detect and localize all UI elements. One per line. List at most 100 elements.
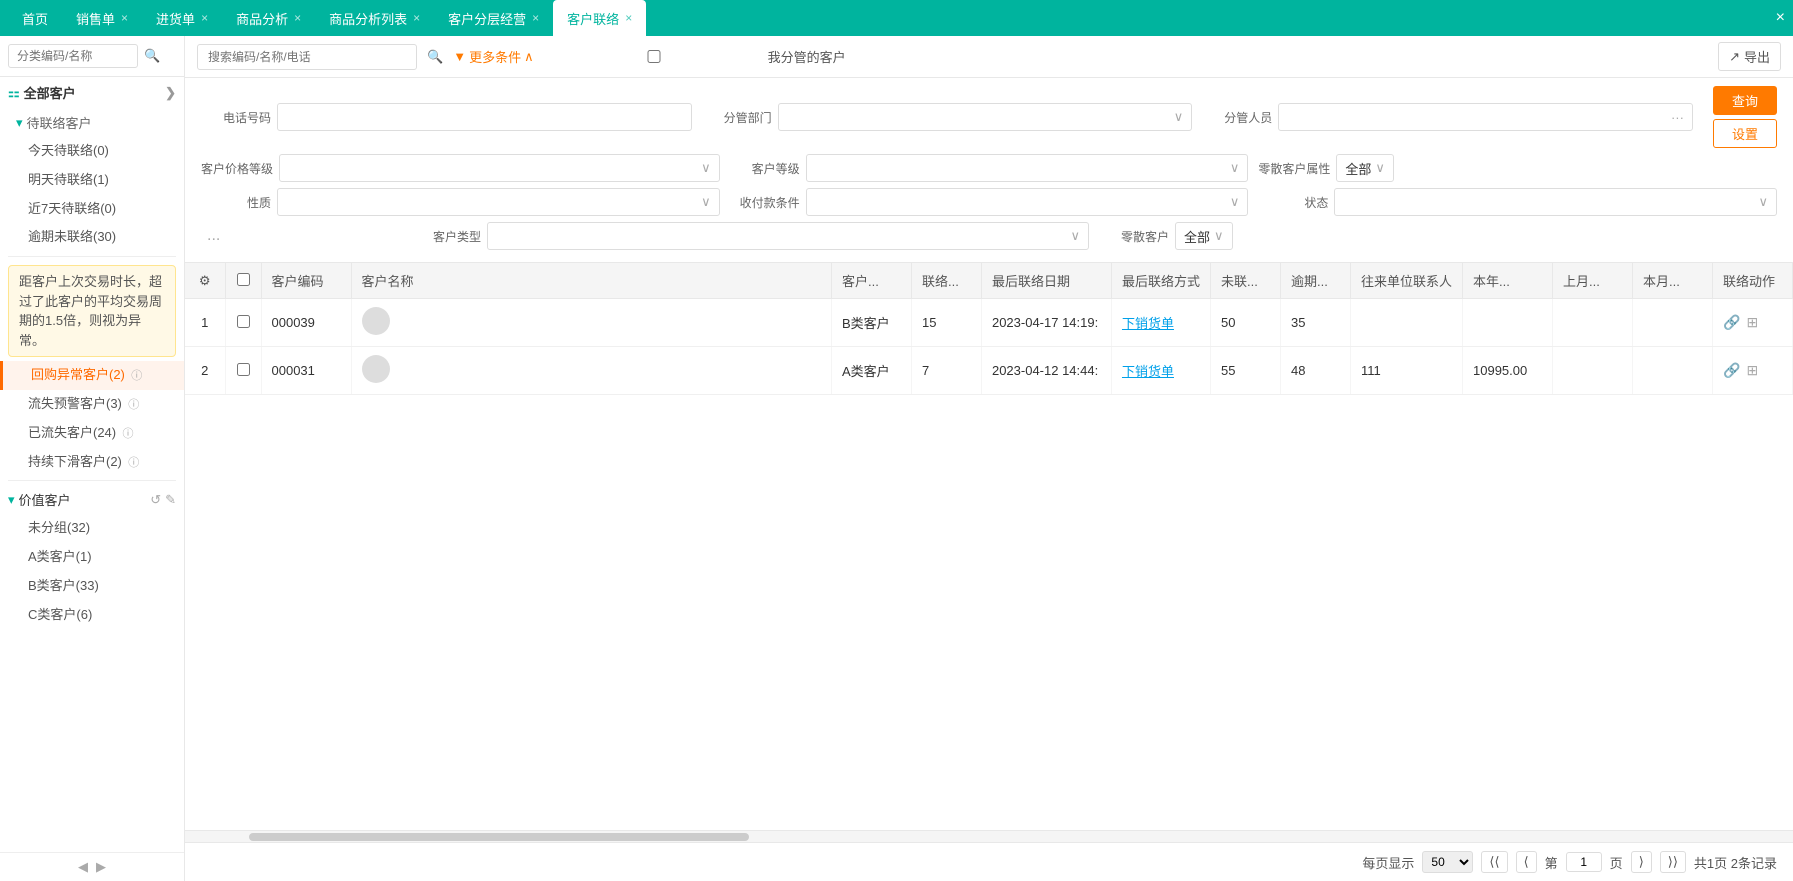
close-icon[interactable]: × [625, 11, 632, 25]
row-nocontact: 50 [1210, 299, 1280, 347]
row-method[interactable]: 下销货单 [1111, 299, 1210, 347]
row-action: 🔗 ⊞ [1713, 299, 1793, 347]
last-page-button[interactable]: ⟩⟩ [1660, 851, 1686, 873]
query-button[interactable]: 查询 [1713, 86, 1777, 115]
sidebar-edit-icons: ↺ ✎ [150, 492, 176, 508]
per-page-select[interactable]: 50 20 100 [1422, 851, 1473, 873]
sidebar-divider [8, 256, 176, 257]
refresh-icon[interactable]: ↺ [150, 492, 161, 508]
retail-customer-select[interactable]: 全部 ∨ [1175, 222, 1233, 250]
advanced-filter: 电话号码 分管部门 ∨ 分管人员 ··· 查询 设置 [185, 78, 1793, 263]
th-gear[interactable]: ⚙ [185, 263, 225, 299]
grid-action-icon[interactable]: ⊞ [1746, 314, 1758, 331]
row-contact: 15 [911, 299, 981, 347]
gender-select[interactable]: ∨ [277, 188, 720, 216]
info-icon: ⓘ [122, 428, 133, 440]
scroll-thumb[interactable] [249, 833, 749, 841]
window-close-button[interactable]: × [1776, 9, 1785, 27]
close-icon[interactable]: × [413, 11, 420, 25]
status-field: 状态 ∨ [1258, 188, 1777, 216]
prev-icon[interactable]: ◀ [78, 859, 88, 875]
select-all-checkbox[interactable] [237, 273, 250, 286]
close-icon[interactable]: × [201, 11, 208, 25]
row-checkbox[interactable] [237, 363, 250, 376]
phone-input[interactable] [277, 103, 692, 131]
sidebar-item-declining[interactable]: 持续下滑客户(2) ⓘ [0, 448, 184, 477]
horizontal-scrollbar[interactable] [185, 830, 1793, 842]
row-check[interactable] [225, 299, 261, 347]
row-name [351, 299, 831, 347]
th-overdue: 逾期... [1280, 263, 1350, 299]
next-page-button[interactable]: ⟩ [1631, 851, 1652, 873]
nav-purchase[interactable]: 进货单 × [142, 0, 222, 36]
sidebar-item-7days[interactable]: 近7天待联络(0) [0, 195, 184, 224]
link-action-icon[interactable]: 🔗 [1723, 362, 1740, 379]
sidebar-pending-group[interactable]: ▾ 待联络客户 [0, 108, 184, 137]
customer-level-select[interactable]: ∨ [806, 154, 1249, 182]
sidebar-item-a-class[interactable]: A类客户(1) [0, 543, 184, 572]
sidebar-item-c-class[interactable]: C类客户(6) [0, 601, 184, 630]
sidebar-all-customers[interactable]: ⚏ 全部客户 ❯ [0, 77, 184, 108]
price-level-select[interactable]: ∨ [279, 154, 720, 182]
search-button[interactable]: 🔍 [427, 49, 443, 65]
row-check[interactable] [225, 347, 261, 395]
row-person: 111 [1350, 347, 1462, 395]
prev-page-button[interactable]: ⟨ [1516, 851, 1537, 873]
export-icon: ↗ [1729, 49, 1740, 65]
row-method[interactable]: 下销货单 [1111, 347, 1210, 395]
nav-sales[interactable]: 销售单 × [62, 0, 142, 36]
next-icon[interactable]: ▶ [96, 859, 106, 875]
row-checkbox[interactable] [237, 315, 250, 328]
info-icon: ⓘ [128, 457, 139, 469]
row-thisyear: 10995.00 [1463, 347, 1553, 395]
nav-product-analysis-list[interactable]: 商品分析列表 × [315, 0, 434, 36]
edit-icon[interactable]: ✎ [165, 492, 176, 508]
sidebar-item-overdue[interactable]: 逾期未联络(30) [0, 223, 184, 252]
nav-customer-tier[interactable]: 客户分层经营 × [434, 0, 553, 36]
sidebar-bottom: ◀ ▶ [0, 852, 184, 881]
table-row: 2 000031 A类客户 7 2023-04-12 14:44: 下销货单 5… [185, 347, 1793, 395]
sidebar-item-churn-warning[interactable]: 流失预警客户(3) ⓘ [0, 390, 184, 419]
page-input[interactable] [1566, 852, 1602, 872]
row-overdue: 35 [1280, 299, 1350, 347]
phone-field: 电话号码 [201, 103, 692, 131]
sidebar: 🔍 ⚏ 全部客户 ❯ ▾ 待联络客户 今天待联络(0) 明天待联络(1) 近7天… [0, 36, 185, 881]
settings-button[interactable]: 设置 [1713, 119, 1777, 148]
link-action-icon[interactable]: 🔗 [1723, 314, 1740, 331]
status-select[interactable]: ∨ [1334, 188, 1777, 216]
sidebar-value-group[interactable]: ▾ 价值客户 ↺ ✎ [0, 485, 184, 514]
table-header-row: ⚙ 客户编码 客户名称 客户... 联络... 最后联络日期 最后联络方式 未联… [185, 263, 1793, 299]
first-page-button[interactable]: ⟨⟨ [1481, 851, 1507, 873]
more-dots[interactable]: ... [201, 227, 226, 245]
sidebar-item-ungroup[interactable]: 未分组(32) [0, 514, 184, 543]
sidebar-search-input[interactable] [8, 44, 138, 68]
action-buttons: 查询 设置 [1713, 86, 1777, 148]
nav-customer-contact[interactable]: 客户联络 × [553, 0, 646, 36]
close-icon[interactable]: × [294, 11, 301, 25]
close-icon[interactable]: × [532, 11, 539, 25]
sidebar-item-b-class[interactable]: B类客户(33) [0, 572, 184, 601]
customer-type-select[interactable]: ∨ [487, 222, 1089, 250]
search-input[interactable] [197, 44, 417, 70]
nav-home[interactable]: 首页 [8, 0, 62, 36]
sidebar-search-icon[interactable]: 🔍 [144, 48, 160, 64]
sidebar-item-today[interactable]: 今天待联络(0) [0, 137, 184, 166]
more-conditions-button[interactable]: ▼ 更多条件 ∧ [453, 47, 533, 66]
filter-bar: 🔍 ▼ 更多条件 ∧ 我分管的客户 ↗ 导出 [185, 36, 1793, 78]
sidebar-divider2 [8, 480, 176, 481]
nav-product-analysis[interactable]: 商品分析 × [222, 0, 315, 36]
export-button[interactable]: ↗ 导出 [1718, 42, 1781, 71]
payment-select[interactable]: ∨ [806, 188, 1249, 216]
sidebar-item-tomorrow[interactable]: 明天待联络(1) [0, 166, 184, 195]
row-thismonth [1633, 299, 1713, 347]
row-name [351, 347, 831, 395]
my-customers-checkbox[interactable] [544, 50, 764, 63]
retail-attr-select[interactable]: 全部 ∨ [1336, 154, 1394, 182]
sidebar-item-churned[interactable]: 已流失客户(24) ⓘ [0, 419, 184, 448]
close-icon[interactable]: × [121, 11, 128, 25]
sidebar-item-repurchase[interactable]: 回购异常客户(2) ⓘ [0, 361, 184, 390]
grid-action-icon[interactable]: ⊞ [1746, 362, 1758, 379]
th-check[interactable] [225, 263, 261, 299]
dept-select[interactable]: ∨ [778, 103, 1193, 131]
manager-select[interactable]: ··· [1278, 103, 1693, 131]
